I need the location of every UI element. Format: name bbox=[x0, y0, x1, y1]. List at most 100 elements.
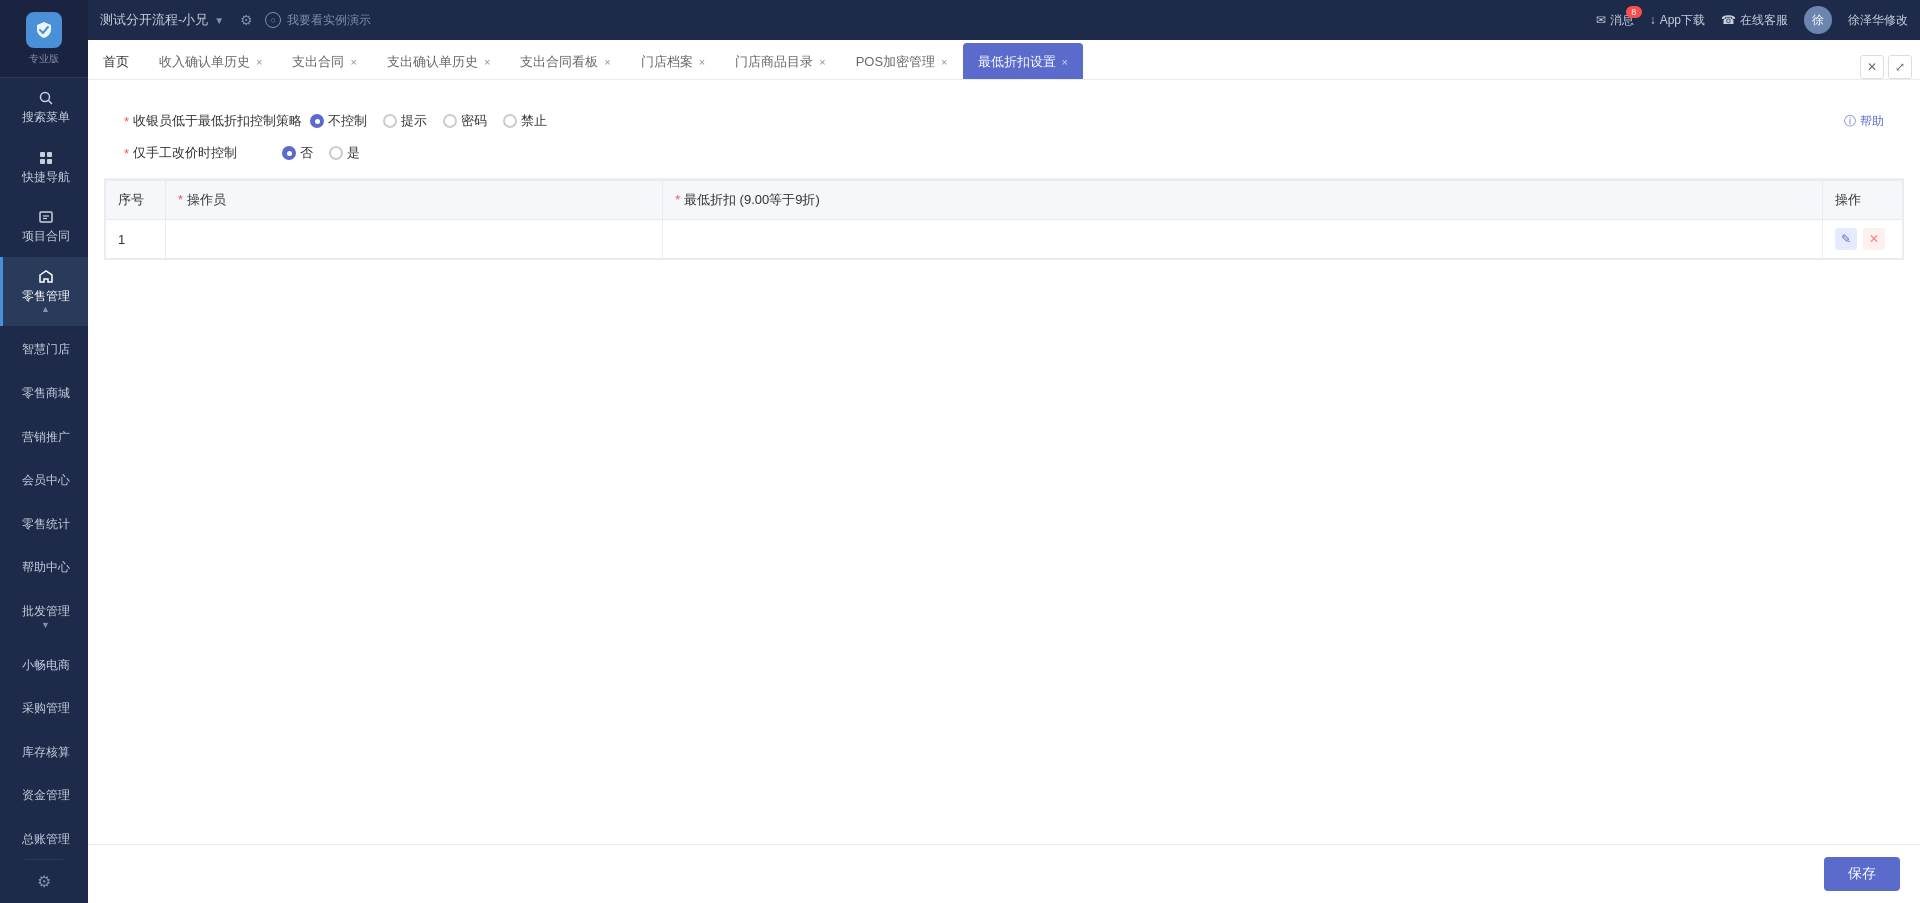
tab-home-label: 首页 bbox=[103, 53, 129, 71]
settings-icon[interactable]: ⚙ bbox=[37, 872, 51, 891]
sidebar-item-retail-mall-label: 零售商城 bbox=[22, 386, 70, 402]
radio-password[interactable]: 密码 bbox=[443, 112, 487, 130]
sidebar-item-marketing[interactable]: 营销推广 bbox=[0, 414, 88, 458]
tab-payment-contract[interactable]: 支出合同 × bbox=[277, 43, 371, 79]
svg-rect-2 bbox=[40, 152, 45, 157]
radio-manual-yes[interactable]: 是 bbox=[329, 144, 360, 162]
sidebar-item-ledger[interactable]: 总账管理 bbox=[0, 816, 88, 859]
demo-label: 我要看实例演示 bbox=[287, 12, 371, 29]
discount-strategy-options: 不控制 提示 密码 禁止 bbox=[310, 112, 547, 130]
discount-strategy-row: * 收银员低于最低折扣控制策略 不控制 提示 bbox=[124, 112, 1884, 130]
table-section: 序号 * 操作员 * 最低折扣 (9.00等于9折) bbox=[104, 179, 1904, 260]
tab-min-discount-close[interactable]: × bbox=[1062, 56, 1068, 68]
tab-payment-board-close[interactable]: × bbox=[604, 56, 610, 68]
sidebar-item-retail[interactable]: 零售管理 ▲ bbox=[0, 257, 88, 327]
save-button[interactable]: 保存 bbox=[1824, 857, 1900, 891]
row-delete-button[interactable]: ✕ bbox=[1863, 228, 1885, 250]
radio-remind-circle bbox=[383, 114, 397, 128]
svg-rect-6 bbox=[40, 212, 52, 222]
tabbar: 首页 收入确认单历史 × 支出合同 × 支出确认单历史 × 支出合同看板 × 门… bbox=[88, 40, 1920, 80]
tab-home[interactable]: 首页 bbox=[88, 43, 144, 79]
cell-min-discount bbox=[663, 220, 1823, 259]
sidebar-item-quicknav[interactable]: 快捷导航 bbox=[0, 138, 88, 198]
message-button[interactable]: ✉ 消息 8 bbox=[1596, 12, 1634, 29]
svg-rect-3 bbox=[47, 152, 52, 157]
sidebar-item-purchase[interactable]: 采购管理 bbox=[0, 685, 88, 729]
sidebar-item-retail-stats-label: 零售统计 bbox=[22, 517, 70, 533]
username[interactable]: 徐泽华修改 bbox=[1848, 12, 1908, 29]
sidebar-item-project-label: 项目合同 bbox=[22, 229, 70, 245]
sidebar-logo-text: 专业版 bbox=[29, 52, 59, 65]
sidebar-item-search-label: 搜索菜单 bbox=[22, 110, 70, 126]
radio-forbid[interactable]: 禁止 bbox=[503, 112, 547, 130]
topbar: 测试分开流程-小兄 ▼ ⚙ ○ 我要看实例演示 ✉ 消息 8 ↓ App下载 ☎… bbox=[88, 0, 1920, 40]
col-header-min-discount: * 最低折扣 (9.00等于9折) bbox=[663, 181, 1823, 220]
tab-payment-contract-close[interactable]: × bbox=[350, 56, 356, 68]
message-icon: ✉ bbox=[1596, 13, 1606, 27]
tab-payment-history-close[interactable]: × bbox=[484, 56, 490, 68]
radio-remind[interactable]: 提示 bbox=[383, 112, 427, 130]
project-selector[interactable]: 测试分开流程-小兄 ▼ bbox=[100, 11, 224, 29]
tab-income-history[interactable]: 收入确认单历史 × bbox=[144, 43, 277, 79]
help-circle-icon: ⓘ bbox=[1844, 113, 1856, 130]
customer-service-label: 在线客服 bbox=[1740, 12, 1788, 29]
topbar-settings-icon[interactable]: ⚙ bbox=[240, 12, 253, 28]
sidebar-item-help[interactable]: 帮助中心 bbox=[0, 544, 88, 588]
sidebar-item-retail-label: 零售管理 bbox=[22, 289, 70, 305]
download-icon: ↓ bbox=[1650, 13, 1656, 27]
wholesale-expand-icon: ▼ bbox=[41, 620, 50, 630]
radio-no-control-circle bbox=[310, 114, 324, 128]
sidebar-item-finance[interactable]: 资金管理 bbox=[0, 772, 88, 816]
radio-manual-no[interactable]: 否 bbox=[282, 144, 313, 162]
app-download-button[interactable]: ↓ App下载 bbox=[1650, 12, 1705, 29]
app-download-label: App下载 bbox=[1660, 12, 1705, 29]
tab-store-product[interactable]: 门店商品目录 × bbox=[720, 43, 840, 79]
tab-payment-board[interactable]: 支出合同看板 × bbox=[505, 43, 625, 79]
discount-strategy-label: * 收银员低于最低折扣控制策略 bbox=[124, 112, 302, 130]
radio-password-circle bbox=[443, 114, 457, 128]
row-edit-button[interactable]: ✎ bbox=[1835, 228, 1857, 250]
radio-no-control[interactable]: 不控制 bbox=[310, 112, 367, 130]
tab-min-discount-label: 最低折扣设置 bbox=[978, 53, 1056, 71]
sidebar-item-ecommerce[interactable]: 小畅电商 bbox=[0, 642, 88, 686]
content: * 收银员低于最低折扣控制策略 不控制 提示 bbox=[88, 80, 1920, 903]
tab-expand-button[interactable]: ⤢ bbox=[1888, 55, 1912, 79]
sidebar-menu: 搜索菜单 快捷导航 项目合同 零售管理 ▲ 智慧门店 零售商城 营销推广 会员中… bbox=[0, 78, 88, 859]
tab-close-button[interactable]: ✕ bbox=[1860, 55, 1884, 79]
tab-pos-password[interactable]: POS加密管理 × bbox=[841, 43, 963, 79]
sidebar-item-help-label: 帮助中心 bbox=[22, 560, 70, 576]
tab-income-history-close[interactable]: × bbox=[256, 56, 262, 68]
col-header-action: 操作 bbox=[1823, 181, 1903, 220]
svg-rect-4 bbox=[40, 159, 45, 164]
row-action-buttons: ✎ ✕ bbox=[1835, 228, 1890, 250]
sidebar-item-search[interactable]: 搜索菜单 bbox=[0, 78, 88, 138]
demo-button[interactable]: ○ 我要看实例演示 bbox=[265, 12, 371, 29]
svg-point-0 bbox=[40, 93, 49, 102]
customer-service-button[interactable]: ☎ 在线客服 bbox=[1721, 12, 1788, 29]
manual-price-options: 否 是 bbox=[282, 144, 360, 162]
topbar-right: ✉ 消息 8 ↓ App下载 ☎ 在线客服 徐 徐泽华修改 bbox=[1596, 6, 1908, 34]
tab-pos-password-label: POS加密管理 bbox=[856, 53, 935, 71]
sidebar-item-marketing-label: 营销推广 bbox=[22, 430, 70, 446]
tab-store-archive[interactable]: 门店档案 × bbox=[626, 43, 720, 79]
table-scroll[interactable]: 序号 * 操作员 * 最低折扣 (9.00等于9折) bbox=[104, 179, 1904, 260]
cell-action: ✎ ✕ bbox=[1823, 220, 1903, 259]
sidebar-item-wholesale[interactable]: 批发管理 ▼ bbox=[0, 588, 88, 642]
sidebar-item-smart-store[interactable]: 智慧门店 bbox=[0, 326, 88, 370]
tab-min-discount[interactable]: 最低折扣设置 × bbox=[963, 43, 1083, 79]
tab-store-product-close[interactable]: × bbox=[819, 56, 825, 68]
sidebar-item-retail-stats[interactable]: 零售统计 bbox=[0, 501, 88, 545]
radio-forbid-circle bbox=[503, 114, 517, 128]
page-footer: 保存 bbox=[88, 844, 1920, 903]
help-link[interactable]: ⓘ 帮助 bbox=[1844, 113, 1884, 130]
tab-payment-history[interactable]: 支出确认单历史 × bbox=[372, 43, 505, 79]
sidebar-item-ecommerce-label: 小畅电商 bbox=[22, 658, 70, 674]
tab-pos-password-close[interactable]: × bbox=[941, 56, 947, 68]
sidebar-item-retail-mall[interactable]: 零售商城 bbox=[0, 370, 88, 414]
radio-manual-yes-circle bbox=[329, 146, 343, 160]
sidebar-item-project[interactable]: 项目合同 bbox=[0, 197, 88, 257]
sidebar-item-member[interactable]: 会员中心 bbox=[0, 457, 88, 501]
sidebar-item-inventory[interactable]: 库存核算 bbox=[0, 729, 88, 773]
col-header-seq: 序号 bbox=[106, 181, 166, 220]
tab-store-archive-close[interactable]: × bbox=[699, 56, 705, 68]
